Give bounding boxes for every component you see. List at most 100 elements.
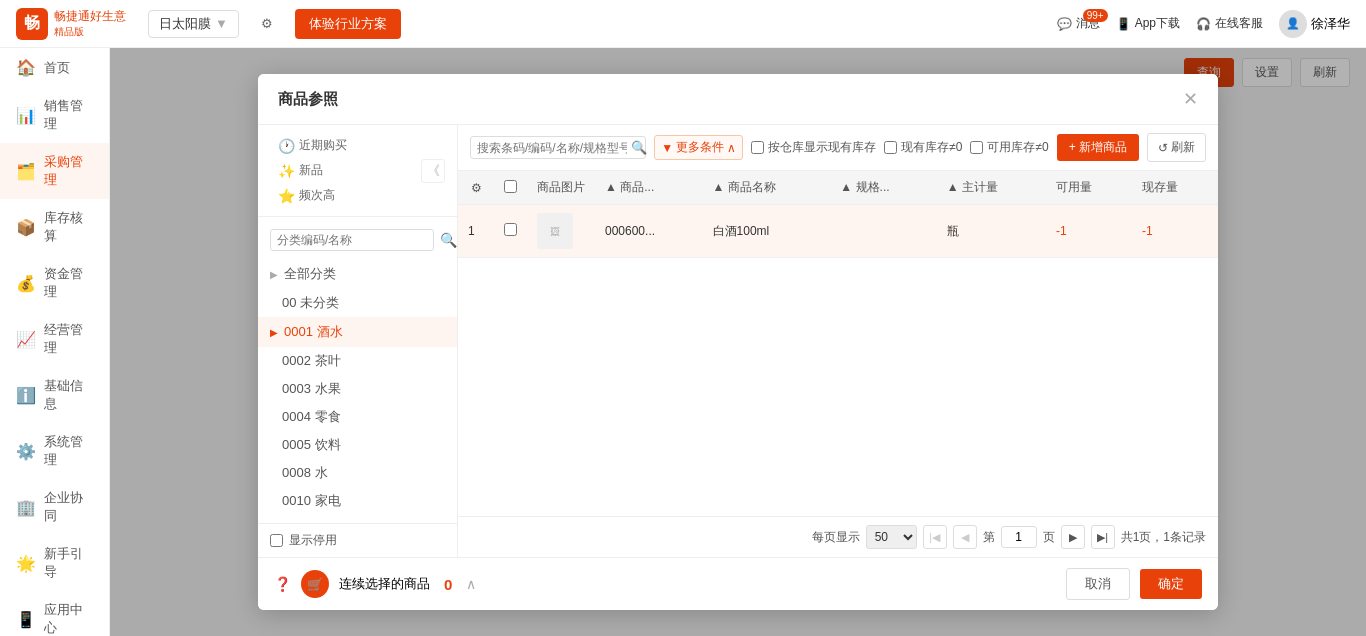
messages-button[interactable]: 💬 消息 99+	[1057, 15, 1100, 32]
available-stock-filter[interactable]: 可用库存≠0	[970, 139, 1048, 156]
system-icon: ⚙️	[16, 442, 36, 461]
show-disabled-checkbox[interactable]	[270, 534, 283, 547]
nav-right: 💬 消息 99+ 📱 App下载 🎧 在线客服 👤 徐泽华	[1057, 10, 1350, 38]
by-warehouse-checkbox[interactable]	[751, 141, 764, 154]
category-item-fruit[interactable]: 0003 水果	[258, 375, 457, 403]
sidebar-item-basics[interactable]: ℹ️ 基础信息	[0, 367, 109, 423]
row-checkbox-cell	[494, 205, 527, 258]
sidebar-item-enterprise[interactable]: 🏢 企业协同	[0, 479, 109, 535]
product-reference-modal: 商品参照 ✕ 🕐 近期购买	[258, 74, 1218, 610]
show-disabled-label[interactable]: 显示停用	[289, 532, 337, 549]
row-stock: -1	[1132, 205, 1218, 258]
home-icon: 🏠	[16, 58, 36, 77]
refresh-icon: ↺	[1158, 141, 1168, 155]
user-profile[interactable]: 👤 徐泽华	[1279, 10, 1350, 38]
apps-icon: 📱	[16, 610, 36, 629]
category-list: 🔍 ▶ 全部分类 00 未分类 ▶ 0001 酒水	[258, 217, 457, 523]
next-page-button[interactable]: ▶	[1061, 525, 1085, 549]
table-row: 1 🖼	[458, 205, 1218, 258]
collapse-icon[interactable]: ∧	[466, 576, 476, 592]
th-available: 可用量	[1046, 171, 1132, 205]
product-pagination: 每页显示 20 50 100 |◀ ◀ 第 页 ▶	[458, 516, 1218, 557]
expand-active-icon: ▶	[270, 327, 278, 338]
first-page-button[interactable]: |◀	[923, 525, 947, 549]
available-stock-checkbox[interactable]	[970, 141, 983, 154]
sidebar-item-home[interactable]: 🏠 首页	[0, 48, 109, 87]
th-unit: ▲ 主计量	[937, 171, 1046, 205]
page-size-select[interactable]: 20 50 100	[866, 525, 917, 549]
modal-overlay: 商品参照 ✕ 🕐 近期购买	[110, 48, 1366, 636]
help-icon[interactable]: ❓	[274, 576, 291, 592]
refresh-button[interactable]: ↺ 刷新	[1147, 133, 1206, 162]
sales-icon: 📊	[16, 106, 36, 125]
row-select-checkbox[interactable]	[504, 223, 517, 236]
category-item-beverage[interactable]: 0005 饮料	[258, 431, 457, 459]
last-page-button[interactable]: ▶|	[1091, 525, 1115, 549]
row-index: 1	[458, 205, 494, 258]
page-number-input[interactable]	[1001, 526, 1037, 548]
category-item-tea[interactable]: 0002 茶叶	[258, 347, 457, 375]
category-search-input[interactable]	[270, 229, 434, 251]
message-badge: 99+	[1083, 9, 1108, 22]
inventory-icon: 📦	[16, 218, 36, 237]
th-product-code: ▲ 商品...	[595, 171, 703, 205]
modal-header: 商品参照 ✕	[258, 74, 1218, 125]
select-all-checkbox[interactable]	[504, 180, 517, 193]
settings-icon[interactable]: ⚙	[251, 8, 283, 40]
filter-icon: ▼	[661, 141, 673, 155]
app-download-button[interactable]: 📱 App下载	[1116, 15, 1180, 32]
new-product-button[interactable]: ✨ 新品	[270, 158, 415, 183]
search-icon[interactable]: 🔍	[631, 140, 647, 155]
sidebar-item-system[interactable]: ⚙️ 系统管理	[0, 423, 109, 479]
th-product-image: 商品图片	[527, 171, 595, 205]
add-product-button[interactable]: + 新增商品	[1057, 134, 1139, 161]
row-name: 白酒100ml	[703, 205, 831, 258]
message-icon: 💬	[1057, 17, 1072, 31]
main-layout: 🏠 首页 📊 销售管理 🗂️ 采购管理 📦 库存核算 💰 资金管理 📈 经营管理…	[0, 48, 1366, 636]
sidebar-item-purchase[interactable]: 🗂️ 采购管理	[0, 143, 109, 199]
basics-icon: ℹ️	[16, 386, 36, 405]
product-panel: 🔍 ▼ 更多条件 ∧ 按仓库显示现有库存	[458, 125, 1218, 557]
nav-selector[interactable]: 日太阳膜 ▼	[148, 10, 239, 38]
cart-count: 0	[444, 576, 452, 593]
th-checkbox	[494, 171, 527, 205]
has-stock-filter[interactable]: 现有库存≠0	[884, 139, 962, 156]
product-search-input[interactable]	[477, 141, 627, 155]
cta-button[interactable]: 体验行业方案	[295, 9, 401, 39]
category-search-icon[interactable]: 🔍	[440, 232, 457, 248]
category-footer: 显示停用	[258, 523, 457, 557]
clock-icon: 🕐	[278, 138, 295, 154]
sidebar-item-apps[interactable]: 📱 应用中心	[0, 591, 109, 636]
product-table-wrapper: ⚙ 商品图片 ▲ 商品...	[458, 171, 1218, 516]
confirm-button[interactable]: 确定	[1140, 569, 1202, 599]
more-filter-button[interactable]: ▼ 更多条件 ∧	[654, 135, 743, 160]
sidebar-item-inventory[interactable]: 📦 库存核算	[0, 199, 109, 255]
category-item-alcohol[interactable]: ▶ 0001 酒水	[258, 317, 457, 347]
category-collapse-button[interactable]: 《	[421, 159, 445, 183]
enterprise-icon: 🏢	[16, 498, 36, 517]
sidebar-item-finance[interactable]: 💰 资金管理	[0, 255, 109, 311]
category-quick-nav: 🕐 近期购买 ✨ 新品 ⭐ 频次高	[258, 125, 457, 217]
category-item-appliance[interactable]: 0010 家电	[258, 487, 457, 515]
cancel-button[interactable]: 取消	[1066, 568, 1130, 600]
category-item-water[interactable]: 0008 水	[258, 459, 457, 487]
mobile-icon: 📱	[1116, 17, 1131, 31]
category-item-snack[interactable]: 0004 零食	[258, 403, 457, 431]
sidebar-item-sales[interactable]: 📊 销售管理	[0, 87, 109, 143]
by-warehouse-filter[interactable]: 按仓库显示现有库存	[751, 139, 876, 156]
frequent-product-button[interactable]: ⭐ 频次高	[270, 183, 415, 208]
dropdown-arrow-icon: ▼	[215, 16, 228, 31]
category-item-all[interactable]: ▶ 全部分类	[258, 259, 457, 289]
logo-area: 畅 畅捷通好生意 精品版	[16, 8, 126, 40]
online-service-button[interactable]: 🎧 在线客服	[1196, 15, 1263, 32]
category-item-uncategorized[interactable]: 00 未分类	[258, 289, 457, 317]
has-stock-checkbox[interactable]	[884, 141, 897, 154]
prev-page-button[interactable]: ◀	[953, 525, 977, 549]
sidebar-item-guide[interactable]: 🌟 新手引导	[0, 535, 109, 591]
cart-button[interactable]: 🛒	[301, 570, 329, 598]
sidebar-item-business[interactable]: 📈 经营管理	[0, 311, 109, 367]
modal-close-button[interactable]: ✕	[1183, 88, 1198, 110]
total-info: 共1页，1条记录	[1121, 529, 1206, 546]
recent-purchase-button[interactable]: 🕐 近期购买	[270, 133, 415, 158]
logo-text: 畅捷通好生意 精品版	[54, 8, 126, 39]
